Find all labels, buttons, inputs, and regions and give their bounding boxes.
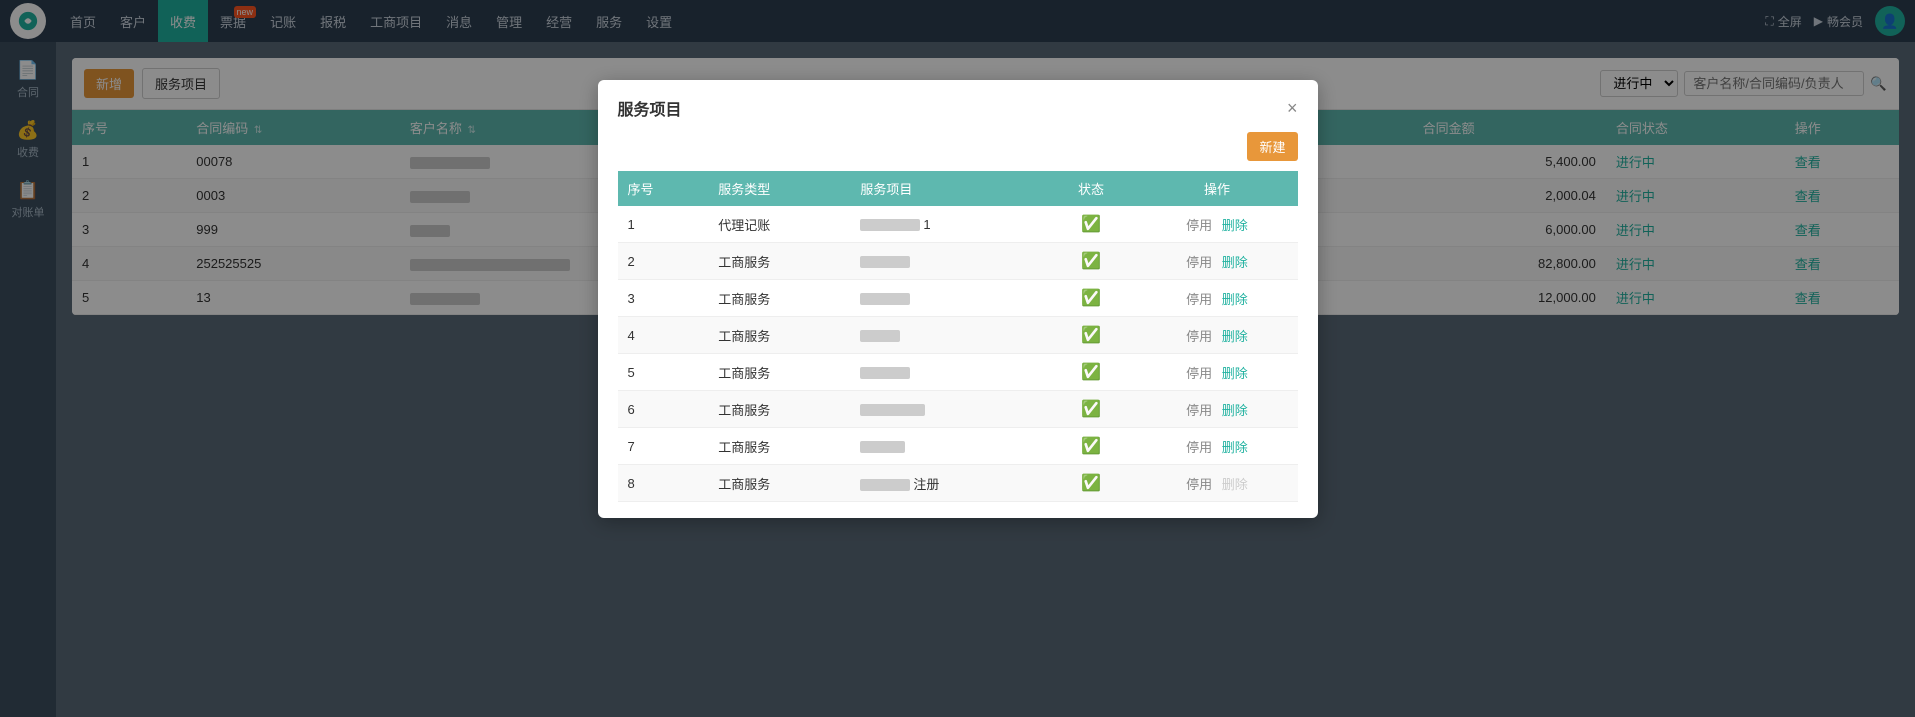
modal-cell-action: 停用 删除	[1136, 317, 1297, 354]
modal-toolbar: 新建	[598, 132, 1318, 171]
delete-button[interactable]: 删除	[1222, 329, 1248, 344]
modal-col-action: 操作	[1136, 171, 1297, 206]
delete-button[interactable]: 删除	[1222, 255, 1248, 270]
list-item: 6 工商服务 ✅ 停用 删除	[618, 391, 1298, 428]
modal-cell-status: ✅	[1046, 206, 1137, 243]
stop-button[interactable]: 停用	[1186, 477, 1212, 492]
modal-cell-status: ✅	[1046, 428, 1137, 465]
stop-button[interactable]: 停用	[1186, 403, 1212, 418]
modal-cell-status: ✅	[1046, 354, 1137, 391]
modal-col-item: 服务项目	[850, 171, 1045, 206]
status-check-icon: ✅	[1081, 401, 1101, 418]
modal-cell-type: 代理记账	[708, 206, 850, 243]
modal-cell-seq: 1	[618, 206, 709, 243]
modal-col-status: 状态	[1046, 171, 1137, 206]
modal-new-button[interactable]: 新建	[1247, 132, 1297, 161]
modal-cell-action: 停用 删除	[1136, 391, 1297, 428]
modal-cell-seq: 6	[618, 391, 709, 428]
delete-button[interactable]: 删除	[1222, 403, 1248, 418]
modal-cell-item	[850, 280, 1045, 317]
list-item: 1 代理记账 1 ✅ 停用 删除	[618, 206, 1298, 243]
modal-cell-type: 工商服务	[708, 243, 850, 280]
modal-cell-action: 停用 删除	[1136, 243, 1297, 280]
stop-button[interactable]: 停用	[1186, 366, 1212, 381]
delete-button[interactable]: 删除	[1222, 440, 1248, 455]
modal-title: 服务项目	[618, 96, 682, 120]
modal-cell-action: 停用 删除	[1136, 428, 1297, 465]
modal-cell-item	[850, 428, 1045, 465]
delete-button[interactable]: 删除	[1222, 366, 1248, 381]
stop-button[interactable]: 停用	[1186, 440, 1212, 455]
status-check-icon: ✅	[1081, 327, 1101, 344]
delete-button[interactable]: 删除	[1222, 292, 1248, 307]
modal-body: 序号 服务类型 服务项目 状态 操作 1 代理记账 1 ✅ 停用 删除 2 工商…	[598, 171, 1318, 518]
service-modal: 服务项目 × 新建 序号 服务类型 服务项目 状态 操作 1 代理记账	[598, 80, 1318, 518]
modal-cell-item	[850, 317, 1045, 354]
modal-cell-type: 工商服务	[708, 280, 850, 317]
stop-button[interactable]: 停用	[1186, 292, 1212, 307]
modal-cell-type: 工商服务	[708, 317, 850, 354]
modal-cell-seq: 3	[618, 280, 709, 317]
list-item: 5 工商服务 ✅ 停用 删除	[618, 354, 1298, 391]
modal-cell-item	[850, 391, 1045, 428]
modal-cell-item: 注册	[850, 465, 1045, 502]
modal-cell-status: ✅	[1046, 317, 1137, 354]
stop-button[interactable]: 停用	[1186, 329, 1212, 344]
modal-cell-item	[850, 243, 1045, 280]
modal-close-button[interactable]: ×	[1287, 99, 1298, 117]
modal-overlay[interactable]: 服务项目 × 新建 序号 服务类型 服务项目 状态 操作 1 代理记账	[0, 0, 1915, 717]
modal-cell-action: 停用 删除	[1136, 206, 1297, 243]
list-item: 8 工商服务 注册 ✅ 停用 删除	[618, 465, 1298, 502]
modal-cell-action: 停用 删除	[1136, 354, 1297, 391]
modal-cell-item	[850, 354, 1045, 391]
modal-cell-action: 停用 删除	[1136, 465, 1297, 502]
modal-cell-type: 工商服务	[708, 391, 850, 428]
modal-cell-type: 工商服务	[708, 428, 850, 465]
modal-col-seq: 序号	[618, 171, 709, 206]
modal-cell-seq: 5	[618, 354, 709, 391]
modal-cell-type: 工商服务	[708, 354, 850, 391]
status-check-icon: ✅	[1081, 475, 1101, 492]
modal-cell-seq: 4	[618, 317, 709, 354]
modal-cell-status: ✅	[1046, 391, 1137, 428]
modal-cell-status: ✅	[1046, 280, 1137, 317]
status-check-icon: ✅	[1081, 438, 1101, 455]
status-check-icon: ✅	[1081, 364, 1101, 381]
stop-button[interactable]: 停用	[1186, 218, 1212, 233]
modal-cell-item: 1	[850, 206, 1045, 243]
modal-cell-seq: 2	[618, 243, 709, 280]
status-check-icon: ✅	[1081, 216, 1101, 233]
stop-button[interactable]: 停用	[1186, 255, 1212, 270]
modal-header: 服务项目 ×	[598, 80, 1318, 132]
modal-cell-status: ✅	[1046, 243, 1137, 280]
delete-button: 删除	[1222, 477, 1248, 492]
list-item: 2 工商服务 ✅ 停用 删除	[618, 243, 1298, 280]
list-item: 7 工商服务 ✅ 停用 删除	[618, 428, 1298, 465]
modal-cell-action: 停用 删除	[1136, 280, 1297, 317]
service-table: 序号 服务类型 服务项目 状态 操作 1 代理记账 1 ✅ 停用 删除 2 工商…	[618, 171, 1298, 502]
modal-cell-seq: 7	[618, 428, 709, 465]
list-item: 3 工商服务 ✅ 停用 删除	[618, 280, 1298, 317]
modal-col-type: 服务类型	[708, 171, 850, 206]
modal-cell-type: 工商服务	[708, 465, 850, 502]
delete-button[interactable]: 删除	[1222, 218, 1248, 233]
status-check-icon: ✅	[1081, 290, 1101, 307]
modal-cell-status: ✅	[1046, 465, 1137, 502]
modal-cell-seq: 8	[618, 465, 709, 502]
list-item: 4 工商服务 ✅ 停用 删除	[618, 317, 1298, 354]
status-check-icon: ✅	[1081, 253, 1101, 270]
